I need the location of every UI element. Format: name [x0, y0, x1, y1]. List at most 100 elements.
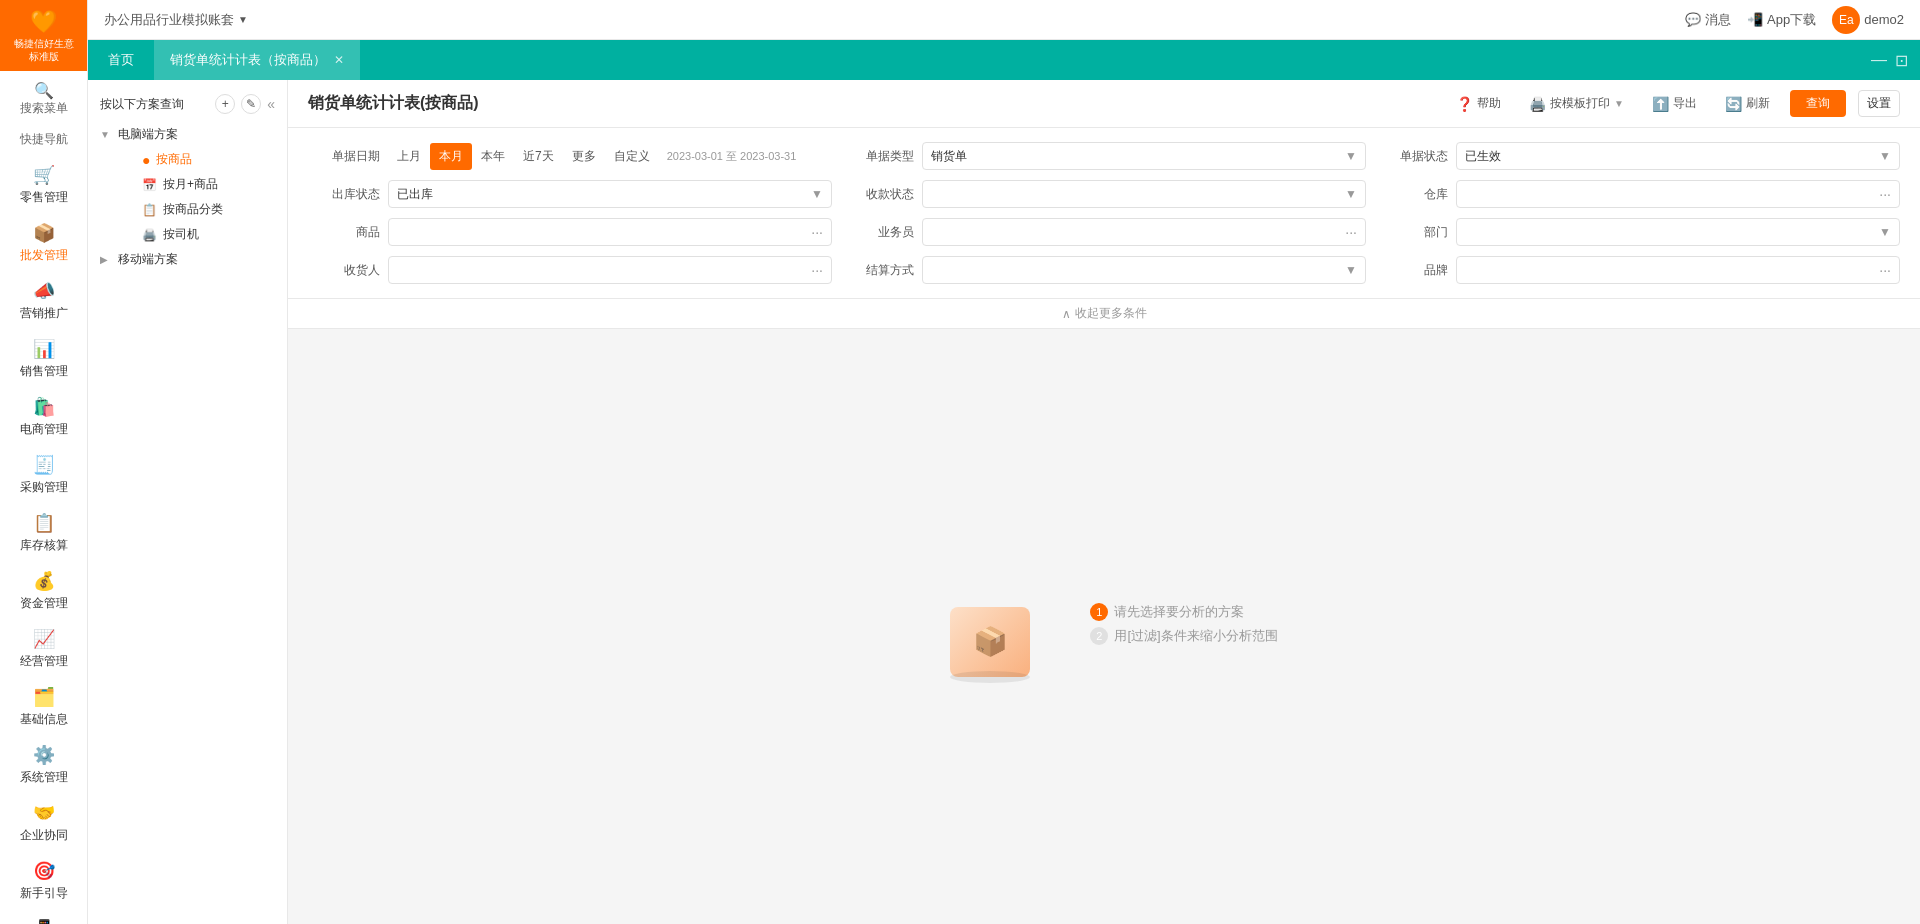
topbar: 办公用品行业模拟账套 ▼ 💬 消息 📲 App下载 Ea demo2: [88, 0, 1920, 40]
payment-control[interactable]: ▼: [922, 180, 1366, 208]
filter-cell-brand: 品牌 ···: [1376, 256, 1900, 284]
date-tab-more[interactable]: 更多: [563, 143, 605, 170]
tab-maximize-icon[interactable]: ⊡: [1895, 51, 1908, 70]
brand-control[interactable]: ···: [1456, 256, 1900, 284]
app-label: App下载: [1767, 11, 1816, 29]
main-area: 办公用品行业模拟账套 ▼ 💬 消息 📲 App下载 Ea demo2 首页 销货…: [88, 0, 1920, 924]
operation-icon: 📈: [33, 628, 55, 650]
inventory-label: 库存核算: [20, 537, 68, 554]
doc-status-control[interactable]: 已生效 ▼: [1456, 142, 1900, 170]
newguide-label: 新手引导: [20, 885, 68, 902]
sidebar-item-finance[interactable]: 💰 资金管理: [0, 562, 87, 620]
finance-label: 资金管理: [20, 595, 68, 612]
app-download-btn[interactable]: 📲 App下载: [1747, 11, 1816, 29]
sidebar-item-operation[interactable]: 📈 经营管理: [0, 620, 87, 678]
out-status-control[interactable]: 已出库 ▼: [388, 180, 832, 208]
date-tab-custom[interactable]: 自定义: [605, 143, 659, 170]
sidebar-item-sales[interactable]: 📊 销售管理: [0, 330, 87, 388]
tab-home[interactable]: 首页: [88, 40, 154, 80]
help-btn[interactable]: ❓ 帮助: [1448, 91, 1509, 116]
tree-group-mobile[interactable]: ▶ 移动端方案: [88, 247, 287, 272]
filter-row-2: 出库状态 已出库 ▼ 收款状态 ▼ 仓库: [308, 180, 1900, 208]
tab-home-label: 首页: [108, 51, 134, 69]
doc-type-control[interactable]: 销货单 ▼: [922, 142, 1366, 170]
sidebar-item-purchase[interactable]: 🧾 采购管理: [0, 446, 87, 504]
filter-cell-goods: 商品 ···: [308, 218, 832, 246]
filter-cell-payment: 收款状态 ▼: [842, 180, 1366, 208]
doc-type-dropdown-icon: ▼: [1345, 149, 1357, 163]
tab-sales-stat-label: 销货单统计计表（按商品）: [170, 51, 326, 69]
sidebar-item-retail[interactable]: 🛒 零售管理: [0, 156, 87, 214]
tab-minimize-icon[interactable]: —: [1871, 51, 1887, 69]
quick-nav-label: 快捷导航: [20, 132, 68, 146]
page-header: 销货单统计计表(按商品) ❓ 帮助 🖨️ 按模板打印 ▼ ⬆️: [288, 80, 1920, 128]
collapse-panel-btn[interactable]: «: [267, 96, 275, 112]
quick-nav-btn[interactable]: 快捷导航: [0, 123, 87, 152]
payment-method-dropdown-icon: ▼: [1345, 263, 1357, 277]
sidebar-item-newguide[interactable]: 🎯 新手引导: [0, 852, 87, 910]
staff-control[interactable]: ···: [922, 218, 1366, 246]
goods-control[interactable]: ···: [388, 218, 832, 246]
print-btn[interactable]: 🖨️ 按模板打印 ▼: [1521, 91, 1632, 116]
empty-shadow: [950, 671, 1030, 683]
tree-item-by-printer[interactable]: 🖨️ 按司机: [116, 222, 287, 247]
by-category-label: 按商品分类: [163, 201, 223, 218]
empty-state: 1 请先选择要分析的方案 2 用[过滤]条件来缩小分析范围: [930, 577, 1277, 677]
user-menu[interactable]: Ea demo2: [1832, 6, 1904, 34]
enterprise-label: 企业协同: [20, 827, 68, 844]
export-btn[interactable]: ⬆️ 导出: [1644, 91, 1705, 116]
add-scheme-btn[interactable]: +: [215, 94, 235, 114]
left-panel: 按以下方案查询 + ✎ « ▼ 电脑端方案 ● 按商品: [88, 80, 288, 924]
purchase-label: 采购管理: [20, 479, 68, 496]
collapse-bar[interactable]: ∧ 收起更多条件: [288, 299, 1920, 329]
date-range-value: 2023-03-01 至 2023-03-31: [667, 149, 797, 164]
edit-scheme-btn[interactable]: ✎: [241, 94, 261, 114]
print-icon: 🖨️: [1529, 96, 1546, 112]
settings-btn[interactable]: 设置: [1858, 90, 1900, 117]
tree-item-by-month-goods[interactable]: 📅 按月+商品: [116, 172, 287, 197]
consignee-control[interactable]: ···: [388, 256, 832, 284]
date-tab-this-month[interactable]: 本月: [430, 143, 472, 170]
warehouse-control[interactable]: ···: [1456, 180, 1900, 208]
empty-illustration: [930, 577, 1050, 677]
system-label: 系统管理: [20, 769, 68, 786]
sidebar-item-system[interactable]: ⚙️ 系统管理: [0, 736, 87, 794]
query-btn[interactable]: 查询: [1790, 90, 1846, 117]
payment-method-control[interactable]: ▼: [922, 256, 1366, 284]
sidebar-item-enterprise[interactable]: 🤝 企业协同: [0, 794, 87, 852]
sidebar-item-appstore[interactable]: 📱 应用中心: [0, 910, 87, 924]
date-tab-this-year[interactable]: 本年: [472, 143, 514, 170]
date-tab-7days[interactable]: 近7天: [514, 143, 563, 170]
dept-control[interactable]: ▼: [1456, 218, 1900, 246]
filter-cell-date: 单据日期 上月 本月 本年: [308, 143, 832, 170]
right-panel: 销货单统计计表(按商品) ❓ 帮助 🖨️ 按模板打印 ▼ ⬆️: [288, 80, 1920, 924]
message-btn[interactable]: 💬 消息: [1685, 11, 1731, 29]
module-selector[interactable]: 办公用品行业模拟账套 ▼: [104, 11, 248, 29]
out-status-dropdown-icon: ▼: [811, 187, 823, 201]
sidebar-item-basic[interactable]: 🗂️ 基础信息: [0, 678, 87, 736]
tab-close-icon[interactable]: ✕: [334, 53, 344, 67]
sidebar-item-wholesale[interactable]: 📦 批发管理: [0, 214, 87, 272]
help-label: 帮助: [1477, 95, 1501, 112]
search-menu-btn[interactable]: 🔍 搜索菜单: [0, 71, 87, 123]
filter-cell-payment-method: 结算方式 ▼: [842, 256, 1366, 284]
filter-cell-doc-status: 单据状态 已生效 ▼: [1376, 142, 1900, 170]
filter-cell-staff: 业务员 ···: [842, 218, 1366, 246]
sales-label: 销售管理: [20, 363, 68, 380]
tree-item-by-goods[interactable]: ● 按商品: [116, 147, 287, 172]
consignee-label: 收货人: [308, 262, 388, 279]
left-panel-header: 按以下方案查询 + ✎ «: [88, 90, 287, 122]
logo-line2: 标准版: [4, 50, 83, 63]
tab-sales-stat[interactable]: 销货单统计计表（按商品） ✕: [154, 40, 360, 80]
refresh-btn[interactable]: 🔄 刷新: [1717, 91, 1778, 116]
sidebar-item-inventory[interactable]: 📋 库存核算: [0, 504, 87, 562]
sidebar-item-marketing[interactable]: 📣 营销推广: [0, 272, 87, 330]
tree-item-by-category[interactable]: 📋 按商品分类: [116, 197, 287, 222]
tree-group-desktop[interactable]: ▼ 电脑端方案: [88, 122, 287, 147]
module-dropdown-icon: ▼: [238, 14, 248, 25]
staff-dots-icon: ···: [1345, 224, 1357, 240]
date-tab-last-month[interactable]: 上月: [388, 143, 430, 170]
sidebar-item-ecommerce[interactable]: 🛍️ 电商管理: [0, 388, 87, 446]
sidebar-logo[interactable]: 🧡 畅捷信好生意 标准版: [0, 0, 87, 71]
mobile-group-label: 移动端方案: [118, 251, 178, 268]
